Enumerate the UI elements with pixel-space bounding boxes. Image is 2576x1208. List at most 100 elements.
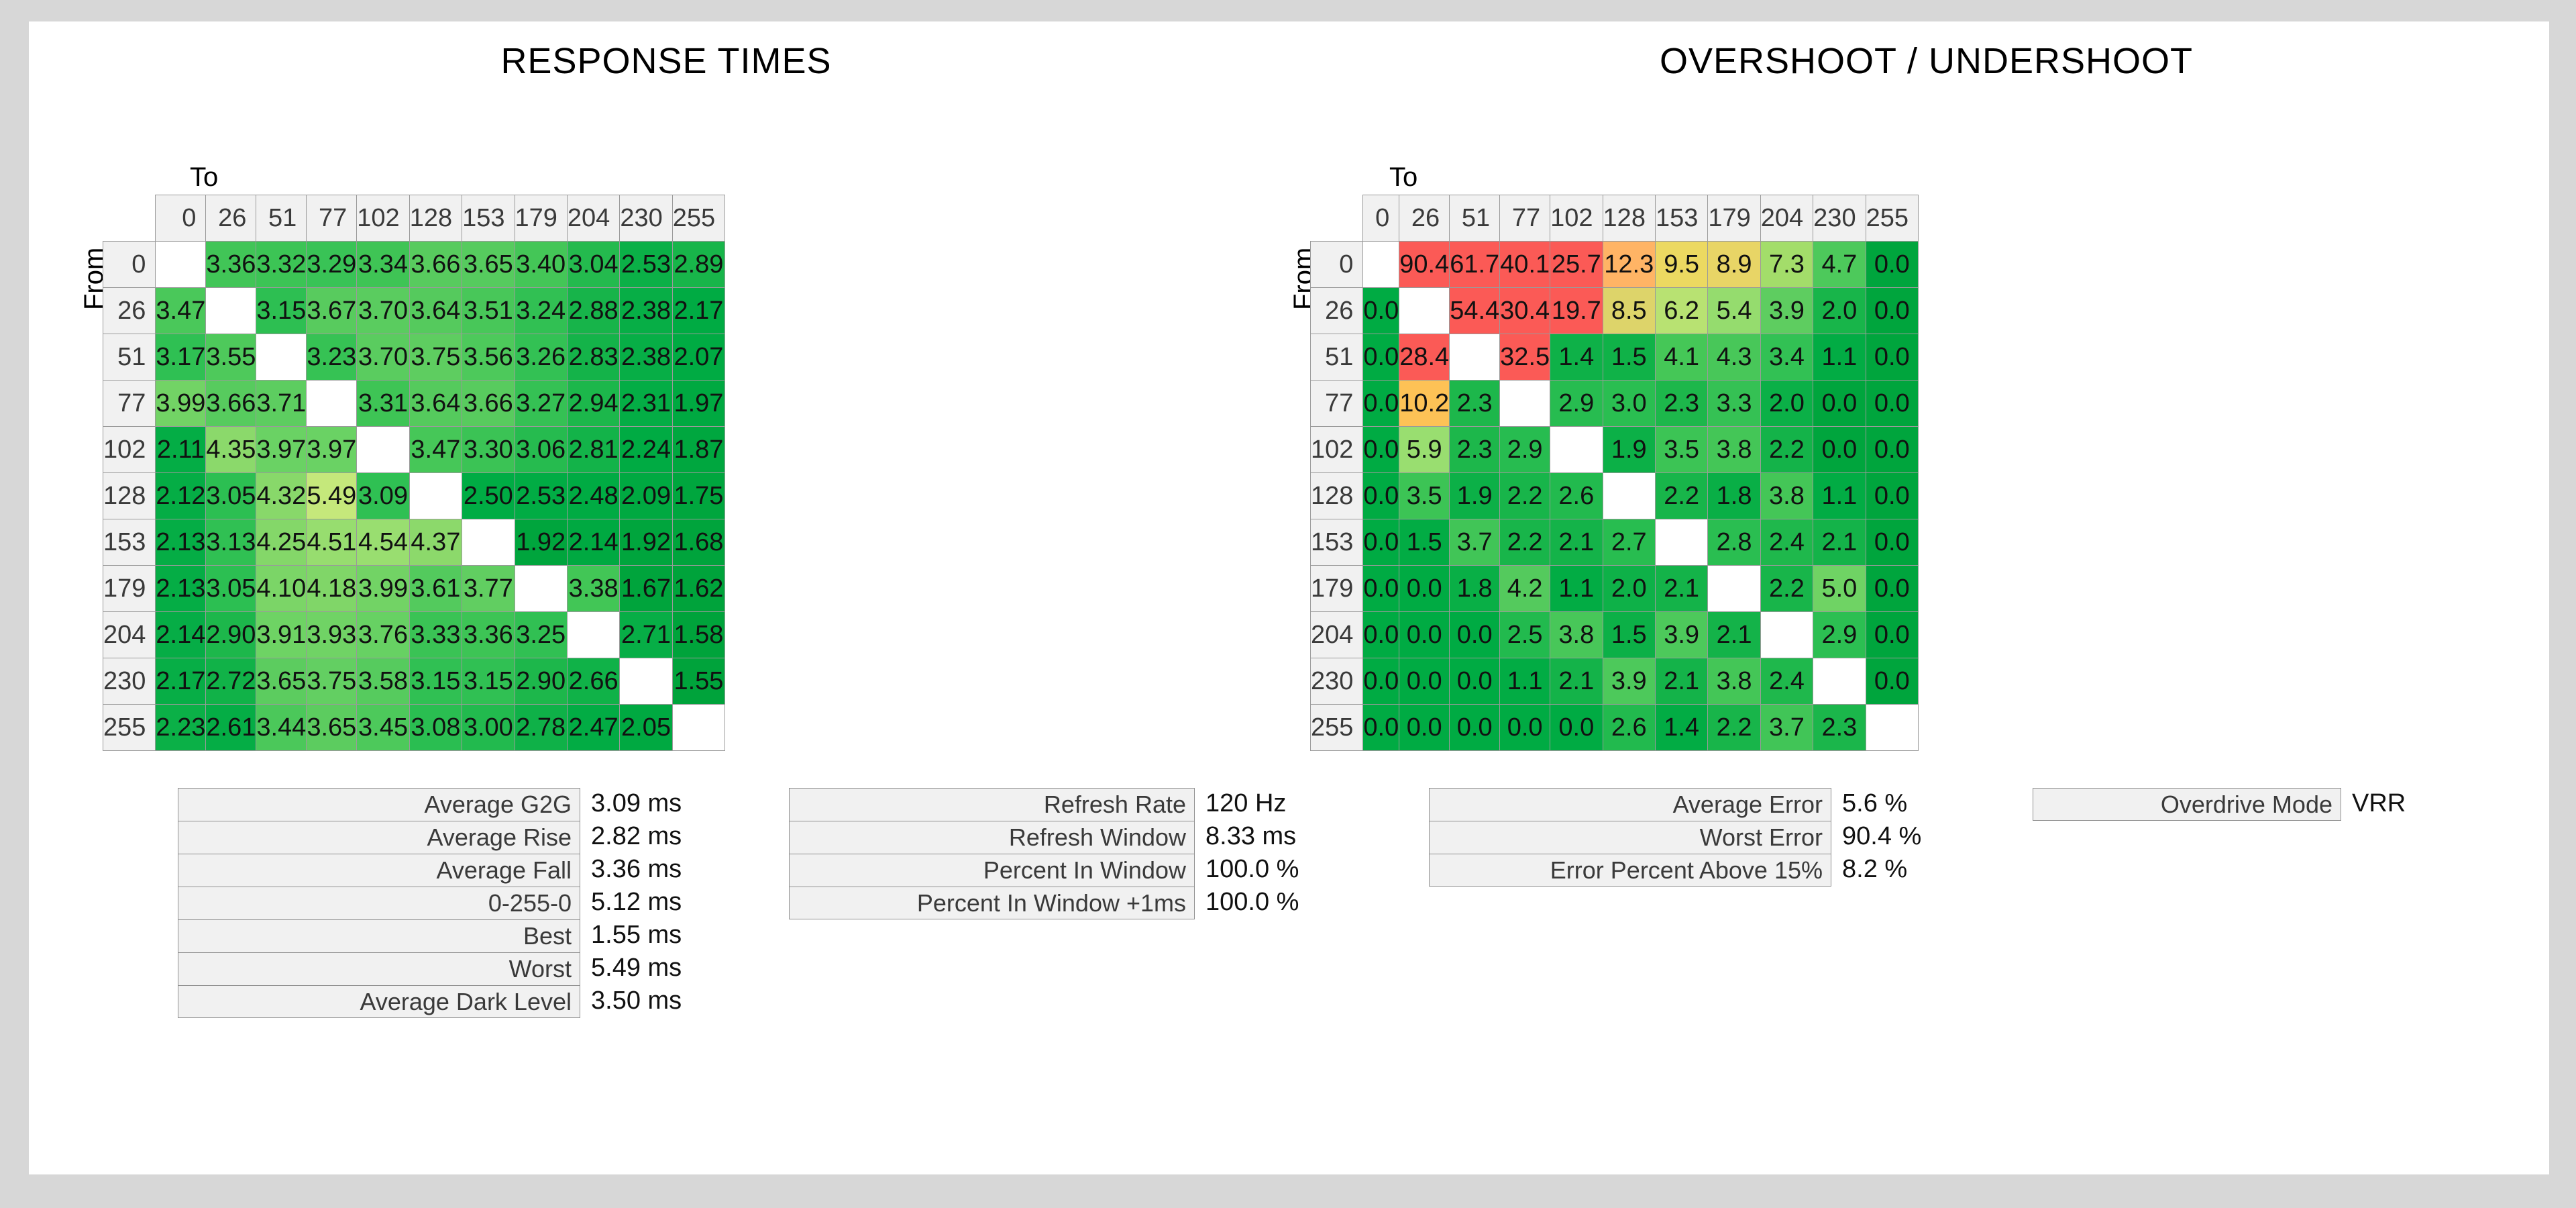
matrix-cell: 1.9	[1602, 426, 1656, 473]
matrix-cell: 19.7	[1550, 287, 1603, 334]
matrix-cell: 2.3	[1654, 380, 1709, 427]
column-header-153: 153	[462, 195, 515, 242]
matrix-cell: 0.0	[1865, 287, 1919, 334]
matrix-cell: 0.0	[1362, 658, 1400, 705]
overshoot-stats-primary: Average Error 5.6 % Worst Error 90.4 % Error…	[1429, 788, 1921, 887]
error-stat-label-worst-error: Worst Error	[1429, 821, 1831, 854]
matrix-cell: 2.53	[619, 241, 673, 288]
matrix-cell: 2.14	[566, 519, 621, 566]
row-header-0: 0	[102, 241, 156, 288]
matrix-cell: 0.0	[1865, 611, 1919, 658]
stat-row: Average Dark Level 3.50 ms	[178, 985, 682, 1018]
matrix-cell: 3.65	[306, 704, 358, 751]
matrix-cell: 3.23	[306, 334, 358, 381]
stat-row: 0-255-0 5.12 ms	[178, 887, 682, 919]
column-header-255: 255	[672, 195, 726, 242]
matrix-cell: 3.25	[514, 611, 568, 658]
matrix-cell: 0.0	[1362, 380, 1400, 427]
matrix-cell: 3.31	[356, 380, 410, 427]
overdrive-stat-value-overdrive-mode: VRR	[2352, 789, 2406, 817]
diagonal-blank-cell	[1707, 565, 1761, 612]
row-header-51: 51	[102, 334, 156, 381]
matrix-cell: 4.54	[356, 519, 410, 566]
stat-row: Average Error 5.6 %	[1429, 788, 1921, 821]
matrix-cell: 2.2	[1760, 426, 1814, 473]
matrix-cell: 2.24	[619, 426, 673, 473]
matrix-cell: 3.40	[514, 241, 568, 288]
to-axis-label-right: To	[1389, 162, 1418, 192]
row-header-153: 153	[102, 519, 156, 566]
matrix-cell: 4.3	[1707, 334, 1761, 381]
matrix-cell: 10.2	[1399, 380, 1450, 427]
diagonal-blank-cell	[1362, 241, 1400, 288]
matrix-cell: 61.7	[1449, 241, 1501, 288]
table-row: 77 3.99 3.66 3.71 3.31 3.64 3.66 3.27 2.94 2.31 1.…	[102, 380, 726, 427]
matrix-cell: 3.24	[514, 287, 568, 334]
response-stat-value-average-dark-level: 3.50 ms	[591, 987, 682, 1015]
column-header-179: 179	[514, 195, 568, 242]
matrix-cell: 2.38	[619, 287, 673, 334]
matrix-cell: 3.66	[205, 380, 257, 427]
diagonal-blank-cell	[356, 426, 410, 473]
table-row: 153 0.0 1.5 3.7 2.2 2.1 2.7 2.8 2.4 2.1 0.0	[1309, 519, 1919, 566]
matrix-cell: 3.8	[1550, 611, 1603, 658]
refresh-stat-label-refresh-window: Refresh Window	[789, 821, 1195, 854]
matrix-cell: 3.27	[514, 380, 568, 427]
matrix-cell: 2.61	[205, 704, 257, 751]
overshoot-matrix: 0 26 51 77 102 128 153 179 204 230 255 0 90.4 61.7 40.…	[1309, 195, 1919, 751]
table-row: 26 0.0 54.4 30.4 19.7 8.5 6.2 5.4 3.9 2.0 0.0	[1309, 287, 1919, 334]
matrix-cell: 2.4	[1760, 519, 1814, 566]
matrix-cell: 3.29	[306, 241, 358, 288]
stat-row: Best 1.55 ms	[178, 919, 682, 952]
matrix-cell: 3.8	[1707, 426, 1761, 473]
matrix-cell: 3.93	[306, 611, 358, 658]
matrix-cell: 1.1	[1813, 472, 1866, 519]
matrix-cell: 8.5	[1602, 287, 1656, 334]
matrix-cell: 6.2	[1654, 287, 1709, 334]
overdrive-mode-stats: Overdrive Mode VRR	[2033, 788, 2406, 821]
matrix-cell: 3.15	[256, 287, 307, 334]
table-row: 179 0.0 0.0 1.8 4.2 1.1 2.0 2.1 2.2 5.0 0.0	[1309, 565, 1919, 612]
matrix-cell: 1.68	[672, 519, 726, 566]
matrix-corner-cell	[103, 195, 156, 242]
column-header-102: 102	[356, 195, 410, 242]
matrix-cell: 9.5	[1654, 241, 1709, 288]
matrix-cell: 0.0	[1499, 704, 1551, 751]
diagonal-blank-cell	[1654, 519, 1709, 566]
refresh-stat-label-refresh-rate: Refresh Rate	[789, 788, 1195, 821]
refresh-stat-label-percent-in-window: Percent In Window	[789, 854, 1195, 887]
matrix-cell: 3.05	[205, 472, 257, 519]
column-header-230: 230	[1813, 195, 1866, 242]
column-header-51: 51	[1449, 195, 1501, 242]
diagonal-blank-cell	[155, 241, 207, 288]
matrix-cell: 3.13	[205, 519, 257, 566]
matrix-cell: 2.07	[672, 334, 726, 381]
matrix-cell: 3.97	[256, 426, 307, 473]
matrix-cell: 2.3	[1449, 426, 1501, 473]
matrix-cell: 0.0	[1449, 658, 1501, 705]
matrix-cell: 3.70	[356, 287, 410, 334]
diagonal-blank-cell	[619, 658, 673, 705]
matrix-cell: 0.0	[1399, 565, 1450, 612]
column-header-128: 128	[409, 195, 463, 242]
matrix-cell: 3.75	[306, 658, 358, 705]
row-header-204: 204	[1309, 611, 1364, 658]
matrix-cell: 3.71	[256, 380, 307, 427]
matrix-cell: 0.0	[1362, 611, 1400, 658]
matrix-cell: 0.0	[1399, 704, 1450, 751]
stat-row: Percent In Window +1ms 100.0 %	[789, 887, 1299, 919]
matrix-cell: 2.09	[619, 472, 673, 519]
matrix-cell: 3.44	[256, 704, 307, 751]
matrix-cell: 0.0	[1865, 426, 1919, 473]
matrix-cell: 3.66	[462, 380, 515, 427]
refresh-stat-value-refresh-rate: 120 Hz	[1205, 789, 1287, 817]
column-header-230: 230	[619, 195, 673, 242]
table-row: 51 0.0 28.4 32.5 1.4 1.5 4.1 4.3 3.4 1.1 0.0	[1309, 334, 1919, 381]
diagonal-blank-cell	[462, 519, 515, 566]
stat-row: Average Fall 3.36 ms	[178, 854, 682, 887]
matrix-cell: 3.8	[1760, 472, 1814, 519]
matrix-cell: 0.0	[1550, 704, 1603, 751]
matrix-cell: 3.77	[462, 565, 515, 612]
matrix-cell: 90.4	[1399, 241, 1450, 288]
matrix-cell: 3.7	[1449, 519, 1501, 566]
